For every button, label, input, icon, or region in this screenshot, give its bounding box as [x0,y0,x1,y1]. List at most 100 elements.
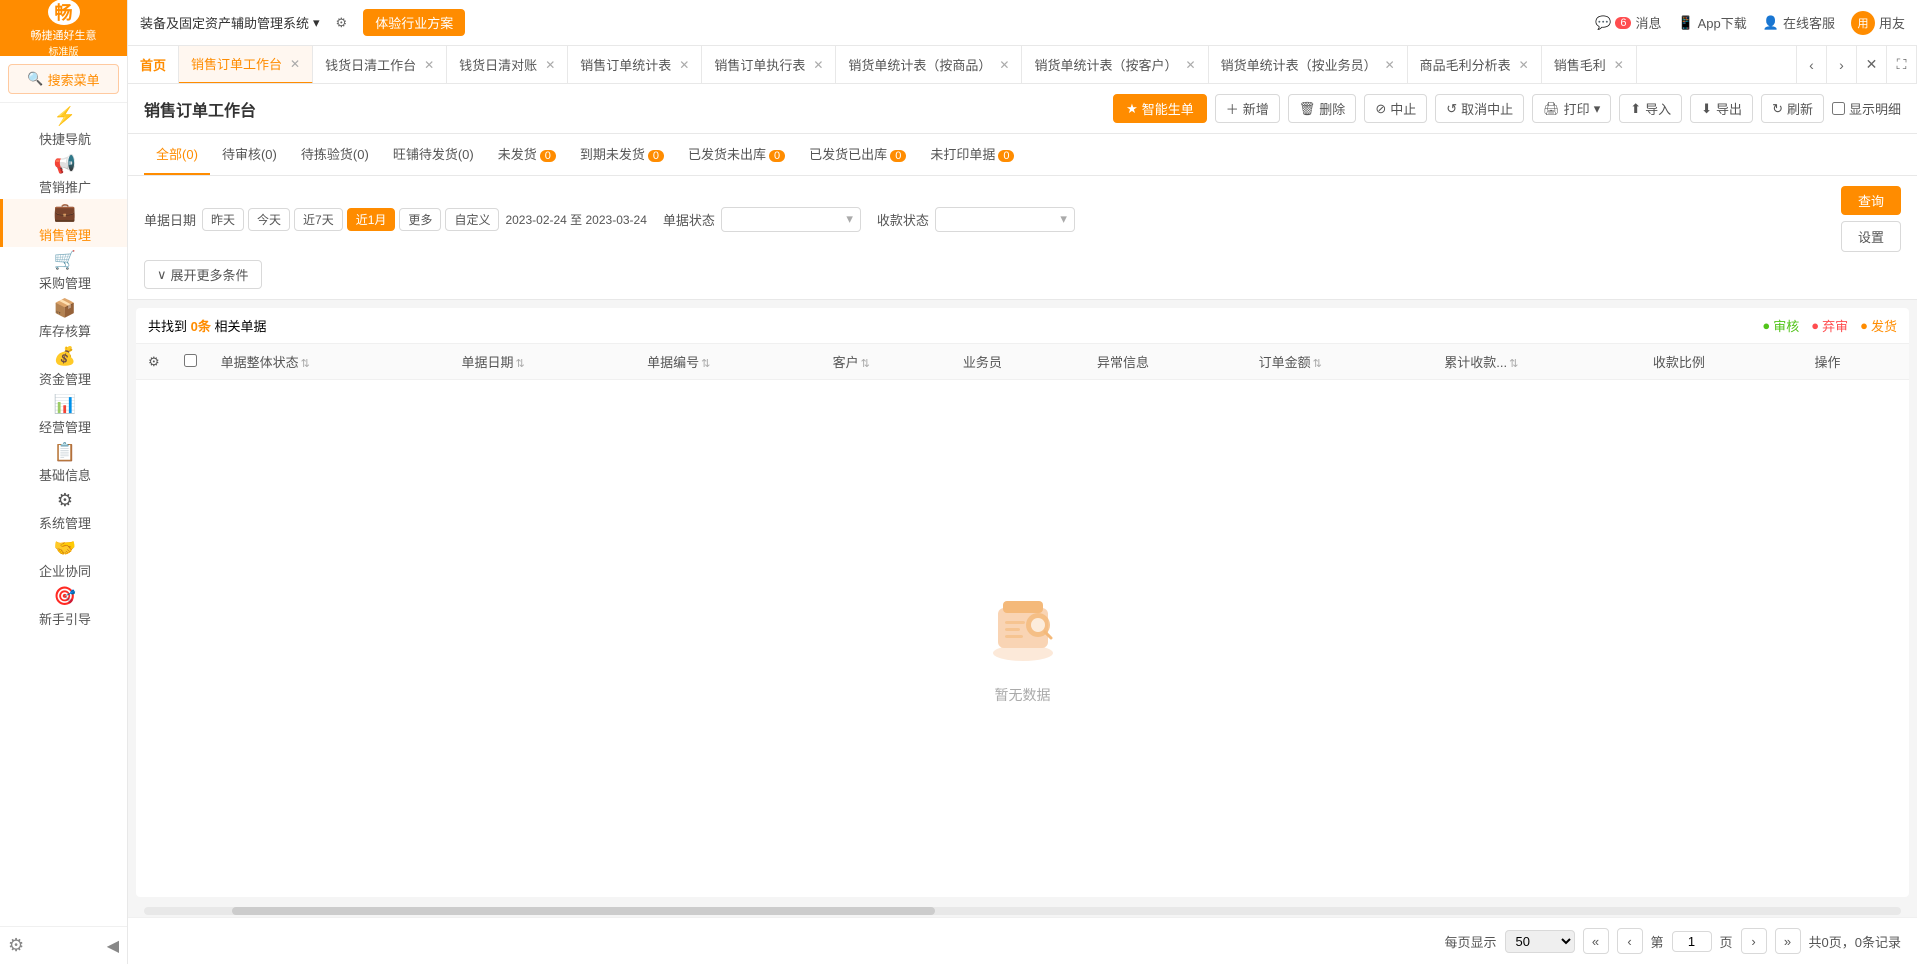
settings-bottom-icon[interactable]: ⚙ [8,935,24,956]
sidebar-item-guide[interactable]: 🎯 新手引导 [0,583,127,631]
set-button[interactable]: 设置 [1841,221,1901,252]
subtab-pending-check[interactable]: 待拣验货(0) [289,134,381,175]
tab-sales-stat-close[interactable]: ✕ [679,58,689,72]
stop-button[interactable]: ⊘ 中止 [1364,94,1427,123]
export-button[interactable]: ⬇ 导出 [1690,94,1753,123]
tab-sales-summary-staff-close[interactable]: ✕ [1385,58,1395,72]
tab-sales-summary-customer-close[interactable]: ✕ [1186,58,1196,72]
tab-sales-order[interactable]: 销售订单工作台 ✕ [179,46,313,84]
tab-cash-daily[interactable]: 钱货日清工作台 ✕ [313,46,447,84]
show-detail-input[interactable] [1832,102,1845,115]
subtab-shipped-out[interactable]: 已发货已出库0 [797,134,918,175]
tab-sales-order-close[interactable]: ✕ [290,57,300,71]
tab-sales-summary-product[interactable]: 销货单统计表（按商品） ✕ [836,46,1022,84]
delete-button[interactable]: 🗑 删除 [1288,94,1357,123]
date-btn-more[interactable]: 更多 [399,208,441,231]
tab-close-all[interactable]: ✕ [1857,46,1887,84]
sidebar-item-operation[interactable]: 📊 经营管理 [0,391,127,439]
tab-sales-stat-label: 销售订单统计表 [580,55,671,74]
table-area: 共找到 0条 相关单据 ● 审核 ● 弃审 ● 发货 [136,308,1909,897]
date-btn-custom[interactable]: 自定义 [445,208,499,231]
first-page-btn[interactable]: « [1583,928,1609,954]
tab-cash-reconcile-close[interactable]: ✕ [545,58,555,72]
horizontal-scrollbar[interactable] [128,905,1917,917]
finance-icon: 💰 [54,346,76,367]
sidebar-item-inventory[interactable]: 📦 库存核算 [0,295,127,343]
refresh-button[interactable]: ↻ 刷新 [1761,94,1824,123]
subtab-wangpu[interactable]: 旺铺待发货(0) [381,134,486,175]
select-all-checkbox[interactable] [184,354,197,367]
date-btn-1month[interactable]: 近1月 [347,208,396,231]
date-btn-7days[interactable]: 近7天 [294,208,343,231]
sidebar-item-system[interactable]: ⚙ 系统管理 [0,487,127,535]
tab-home[interactable]: 首页 [128,46,179,84]
sidebar-item-basic-info[interactable]: 📋 基础信息 [0,439,127,487]
sort-icon: ⇅ [516,358,525,370]
topbar-settings-icon[interactable]: ⚙ [336,15,348,31]
subtab-shipped-not-out[interactable]: 已发货未出库0 [676,134,797,175]
app-download-button[interactable]: 📱 App下载 [1677,13,1746,32]
subtab-pending-review[interactable]: 待审核(0) [210,134,289,175]
date-btn-yesterday[interactable]: 昨天 [202,208,244,231]
tab-sales-summary-customer[interactable]: 销货单统计表（按客户） ✕ [1022,46,1208,84]
system-title-dropdown[interactable]: 装备及固定资产辅助管理系统 ▾ [140,13,320,32]
page-number-input[interactable] [1672,931,1712,952]
sidebar-item-marketing[interactable]: 📢 营销推广 [0,151,127,199]
last-page-btn[interactable]: » [1775,928,1801,954]
pagination: 每页显示 20 50 100 « ‹ 第 页 › » 共0页，0条记录 [128,917,1917,964]
sidebar-item-quick-nav[interactable]: ⚡ 快捷导航 [0,103,127,151]
show-detail-checkbox[interactable]: 显示明细 [1832,99,1901,118]
online-service-button[interactable]: 👤 在线客服 [1763,13,1835,32]
collapse-sidebar-icon[interactable]: ◀ [107,936,119,956]
query-button[interactable]: 查询 [1841,186,1901,215]
sidebar-logo[interactable]: 畅 畅捷通好生意 标准版 [0,0,127,56]
tab-fullscreen[interactable]: ⛶ [1887,46,1917,84]
tab-cash-reconcile[interactable]: 钱货日清对账 ✕ [447,46,568,84]
message-button[interactable]: 💬 6 消息 [1595,13,1661,32]
tab-sales-exec[interactable]: 销售订单执行表 ✕ [702,46,836,84]
sidebar-item-sales[interactable]: 💼 销售管理 [0,199,127,247]
ship-action[interactable]: ● 发货 [1860,316,1897,335]
tab-scroll-left[interactable]: ‹ [1797,46,1827,84]
new-button[interactable]: ＋ 新增 [1215,94,1280,123]
tab-scroll-right[interactable]: › [1827,46,1857,84]
scrollbar-thumb[interactable] [232,907,935,915]
scrollbar-track [144,907,1901,915]
tab-sales-more[interactable]: 销售毛利 ✕ [1542,46,1637,84]
subtab-not-shipped[interactable]: 未发货0 [486,134,568,175]
audit-action[interactable]: ● 审核 [1762,316,1799,335]
payment-select[interactable] [935,207,1075,232]
print-button[interactable]: 🖨 打印 ▾ [1532,94,1611,123]
tab-sales-more-close[interactable]: ✕ [1614,58,1624,72]
user-menu[interactable]: 用 用友 [1851,11,1905,35]
tab-sales-summary-staff[interactable]: 销货单统计表（按业务员） ✕ [1209,46,1408,84]
sidebar-item-purchase[interactable]: 🛒 采购管理 [0,247,127,295]
page-size-select[interactable]: 20 50 100 [1505,930,1575,953]
basic-info-icon: 📋 [54,442,76,463]
cancel-audit-action[interactable]: ● 弃审 [1811,316,1848,335]
search-menu-button[interactable]: 🔍 搜索菜单 [8,64,119,94]
date-btn-today[interactable]: 今天 [248,208,290,231]
expand-more-button[interactable]: ∨ 展开更多条件 [144,260,262,289]
sidebar-item-cooperation[interactable]: 🤝 企业协同 [0,535,127,583]
smart-create-button[interactable]: ★ 智能生单 [1113,94,1207,123]
column-settings-icon[interactable]: ⚙ [148,354,160,369]
tab-product-margin[interactable]: 商品毛利分析表 ✕ [1408,46,1542,84]
prev-page-btn[interactable]: ‹ [1617,928,1643,954]
status-filter: 单据状态 [663,207,861,232]
next-page-btn[interactable]: › [1741,928,1767,954]
experience-button[interactable]: 体验行业方案 [363,9,465,36]
th-settings[interactable]: ⚙ [136,344,172,380]
subtab-not-printed[interactable]: 未打印单据0 [918,134,1026,175]
tab-product-margin-close[interactable]: ✕ [1519,58,1529,72]
sidebar-item-finance[interactable]: 💰 资金管理 [0,343,127,391]
tab-sales-summary-product-close[interactable]: ✕ [999,58,1009,72]
tab-cash-daily-close[interactable]: ✕ [424,58,434,72]
cancel-stop-button[interactable]: ↺ 取消中止 [1435,94,1524,123]
tab-sales-exec-close[interactable]: ✕ [813,58,823,72]
status-select[interactable] [721,207,861,232]
import-button[interactable]: ⬆ 导入 [1619,94,1682,123]
subtab-overdue[interactable]: 到期未发货0 [568,134,676,175]
tab-sales-stat[interactable]: 销售订单统计表 ✕ [568,46,702,84]
subtab-all[interactable]: 全部(0) [144,134,210,175]
